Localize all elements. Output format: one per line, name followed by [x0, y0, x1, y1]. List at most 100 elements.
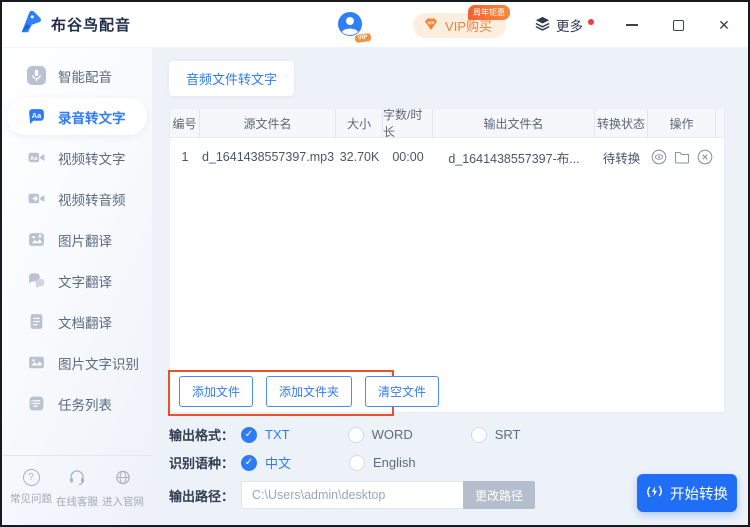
file-table-card: 编号 源文件名 大小 字数/时长 输出文件名 转换状态 操作 1 d_16414… — [168, 108, 725, 416]
sidebar-item-label: 文档翻译 — [58, 315, 112, 331]
output-format-row: 输出格式： TXT WORD SRT — [169, 425, 748, 444]
more-menu-button[interactable]: 更多 — [534, 15, 594, 35]
language-row: 识别语种： 中文 English — [169, 453, 748, 472]
chat-translate-icon — [26, 271, 46, 291]
start-convert-button[interactable]: 开始转换 — [637, 474, 737, 512]
radio-unchecked-icon — [470, 426, 487, 443]
svg-text:VIP: VIP — [428, 20, 435, 25]
titlebar: 布谷鸟配音 VIP VIP VIP购买 周年钜惠 更多 ✕ — [2, 2, 748, 48]
change-path-button[interactable]: 更改路径 — [463, 481, 536, 509]
cell-status: 待转换 — [602, 151, 641, 166]
sidebar-item-smart-dubbing[interactable]: 智能配音 — [2, 55, 152, 96]
sidebar-item-label: 图片翻译 — [58, 233, 112, 249]
sidebar-item-label: 录音转文字 — [58, 110, 126, 126]
app-title: 布谷鸟配音 — [51, 17, 132, 34]
sidebar: 智能配音 Aa 录音转文字 Aa 视频转文字 视频转音频 A 图片翻译 文字翻译… — [2, 48, 152, 525]
start-convert-label: 开始转换 — [670, 486, 728, 503]
task-list-icon — [26, 394, 46, 414]
video-audio-icon — [26, 189, 46, 209]
app-logo-icon — [16, 9, 42, 40]
headset-icon — [68, 469, 86, 489]
vip-gem-icon: VIP — [423, 17, 439, 34]
preview-button[interactable] — [651, 149, 667, 165]
header-index: 编号 — [170, 109, 200, 137]
sidebar-item-text-translate[interactable]: 文字翻译 — [2, 260, 152, 301]
layers-icon — [534, 15, 551, 35]
language-option-english[interactable]: English — [349, 454, 416, 471]
radio-unchecked-icon — [349, 454, 366, 471]
notification-dot — [588, 19, 594, 25]
sidebar-footer: ? 常见问题 在线客服 进入官网 — [2, 455, 152, 525]
sidebar-item-video-to-audio[interactable]: 视频转音频 — [2, 178, 152, 219]
add-folder-button[interactable]: 添加文件夹 — [266, 376, 353, 407]
tab-audio-to-text[interactable]: 音频文件转文字 — [169, 61, 295, 96]
convert-bolt-icon — [646, 483, 663, 504]
eye-icon — [651, 149, 667, 165]
folder-icon — [674, 151, 690, 164]
sidebar-item-label: 智能配音 — [58, 69, 112, 85]
format-option-word[interactable]: WORD — [347, 426, 413, 443]
app-window: 布谷鸟配音 VIP VIP VIP购买 周年钜惠 更多 ✕ 智能配音 Aa 录音… — [0, 0, 750, 527]
header-source-file: 源文件名 — [200, 109, 336, 137]
image-ocr-icon — [26, 353, 46, 373]
header-size: 大小 — [336, 109, 383, 137]
faq-button[interactable]: ? 常见问题 — [10, 469, 52, 509]
maximize-button[interactable] — [670, 15, 686, 35]
official-site-label: 进入官网 — [102, 496, 144, 508]
sidebar-item-label: 视频转文字 — [58, 151, 126, 167]
sidebar-item-label: 视频转音频 — [58, 192, 126, 208]
x-circle-icon — [697, 149, 713, 165]
format-option-srt[interactable]: SRT — [470, 426, 521, 443]
radio-checked-icon — [241, 454, 257, 471]
language-label: 识别语种： — [169, 456, 235, 471]
svg-text:Aa: Aa — [30, 156, 38, 162]
file-buttons-group: 添加文件 添加文件夹 清空文件 — [179, 376, 440, 407]
clear-files-button[interactable]: 清空文件 — [365, 376, 440, 407]
video-text-icon: Aa — [26, 148, 46, 168]
globe-icon — [114, 469, 132, 489]
faq-label: 常见问题 — [10, 493, 52, 505]
close-icon: ✕ — [718, 17, 730, 33]
svg-text:Aa: Aa — [31, 111, 41, 120]
online-support-label: 在线客服 — [56, 496, 98, 508]
cell-output-file: d_1641438557397-布... — [448, 151, 580, 166]
table-header: 编号 源文件名 大小 字数/时长 输出文件名 转换状态 操作 — [170, 108, 724, 139]
body: 智能配音 Aa 录音转文字 Aa 视频转文字 视频转音频 A 图片翻译 文字翻译… — [2, 48, 748, 525]
titlebar-controls: VIP VIP购买 周年钜惠 更多 ✕ — [413, 2, 732, 48]
table-row: 1 d_1641438557397.mp3 32.70K 00:00 d_164… — [170, 138, 724, 176]
svg-text:A: A — [38, 234, 42, 240]
open-folder-button[interactable] — [674, 150, 690, 164]
image-translate-icon: A — [26, 230, 46, 250]
sidebar-item-document-translate[interactable]: 文档翻译 — [2, 301, 152, 342]
minimize-button[interactable] — [624, 15, 640, 35]
cell-duration: 00:00 — [392, 150, 424, 164]
header-actions: 操作 — [648, 109, 716, 137]
user-avatar[interactable]: VIP — [337, 11, 372, 44]
official-site-button[interactable]: 进入官网 — [102, 469, 144, 509]
close-button[interactable]: ✕ — [716, 15, 732, 35]
sidebar-item-video-to-text[interactable]: Aa 视频转文字 — [2, 137, 152, 178]
sidebar-item-label: 任务列表 — [58, 397, 112, 413]
output-path-input[interactable] — [241, 481, 463, 509]
vip-purchase-button[interactable]: VIP VIP购买 周年钜惠 — [413, 4, 510, 38]
header-output-file: 输出文件名 — [433, 109, 595, 137]
sidebar-item-image-translate[interactable]: A 图片翻译 — [2, 219, 152, 260]
more-label: 更多 — [556, 19, 583, 34]
online-support-button[interactable]: 在线客服 — [56, 469, 98, 509]
document-translate-icon — [26, 312, 46, 332]
sidebar-item-task-list[interactable]: 任务列表 — [2, 383, 152, 424]
radio-unchecked-icon — [347, 426, 364, 443]
maximize-icon — [672, 19, 684, 31]
header-scrollbar-spacer — [716, 109, 724, 137]
sidebar-item-audio-to-text[interactable]: Aa 录音转文字 — [7, 98, 147, 135]
cell-actions — [648, 149, 716, 165]
brand: 布谷鸟配音 — [16, 9, 131, 40]
format-option-txt[interactable]: TXT — [241, 426, 290, 443]
speech-text-icon: Aa — [26, 107, 46, 127]
add-file-button[interactable]: 添加文件 — [179, 376, 254, 407]
sidebar-item-image-ocr[interactable]: 图片文字识别 — [2, 342, 152, 383]
remove-file-button[interactable] — [697, 149, 713, 165]
language-option-chinese[interactable]: 中文 — [241, 453, 291, 472]
avatar-icon — [338, 12, 362, 36]
sidebar-item-label: 图片文字识别 — [58, 356, 139, 372]
